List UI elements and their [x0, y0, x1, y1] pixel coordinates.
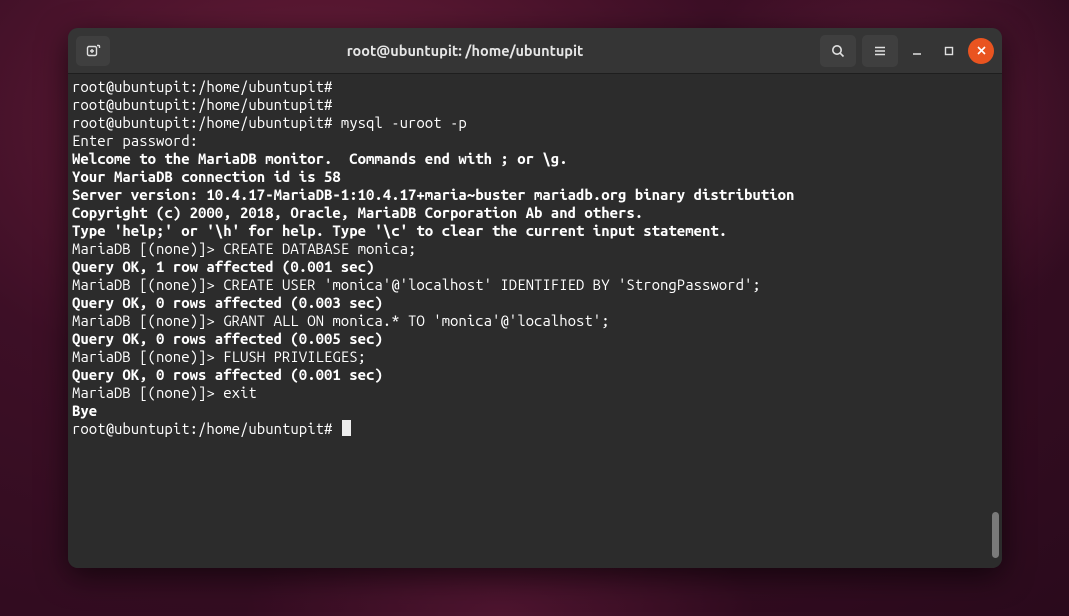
terminal-line: Welcome to the MariaDB monitor. Commands…: [72, 150, 1002, 168]
terminal-text: root@ubuntupit:/home/ubuntupit#root@ubun…: [72, 78, 1002, 438]
terminal-line: Type 'help;' or '\h' for help. Type '\c'…: [72, 222, 1002, 240]
scrollbar-thumb[interactable]: [992, 512, 999, 558]
terminal-line: Query OK, 0 rows affected (0.003 sec): [72, 294, 1002, 312]
search-icon: [830, 43, 846, 59]
close-icon: [976, 45, 987, 56]
terminal-line: Bye: [72, 402, 1002, 420]
terminal-line: MariaDB [(none)]> FLUSH PRIVILEGES;: [72, 348, 1002, 366]
menu-button[interactable]: [862, 35, 898, 67]
terminal-line: Enter password:: [72, 132, 1002, 150]
titlebar: root@ubuntupit: /home/ubuntupit: [68, 28, 1002, 74]
terminal-line: MariaDB [(none)]> GRANT ALL ON monica.* …: [72, 312, 1002, 330]
terminal-line: Query OK, 1 row affected (0.001 sec): [72, 258, 1002, 276]
search-button[interactable]: [820, 35, 856, 67]
minimize-button[interactable]: [904, 38, 930, 64]
text-cursor: [342, 420, 351, 436]
terminal-line: MariaDB [(none)]> exit: [72, 384, 1002, 402]
close-button[interactable]: [968, 38, 994, 64]
terminal-line: root@ubuntupit:/home/ubuntupit#: [72, 78, 1002, 96]
terminal-line: Server version: 10.4.17-MariaDB-1:10.4.1…: [72, 186, 1002, 204]
terminal-area[interactable]: root@ubuntupit:/home/ubuntupit#root@ubun…: [68, 74, 1002, 568]
window-title: root@ubuntupit: /home/ubuntupit: [116, 42, 814, 59]
maximize-button[interactable]: [936, 38, 962, 64]
terminal-line: root@ubuntupit:/home/ubuntupit#: [72, 96, 1002, 114]
new-tab-button[interactable]: [76, 36, 110, 66]
terminal-line: root@ubuntupit:/home/ubuntupit# mysql -u…: [72, 114, 1002, 132]
terminal-line: Query OK, 0 rows affected (0.001 sec): [72, 366, 1002, 384]
terminal-line: Copyright (c) 2000, 2018, Oracle, MariaD…: [72, 204, 1002, 222]
terminal-line: MariaDB [(none)]> CREATE DATABASE monica…: [72, 240, 1002, 258]
new-tab-icon: [85, 43, 101, 59]
terminal-line: MariaDB [(none)]> CREATE USER 'monica'@'…: [72, 276, 1002, 294]
terminal-window: root@ubuntupit: /home/ubuntupit: [68, 28, 1002, 568]
minimize-icon: [911, 45, 923, 57]
maximize-icon: [943, 45, 955, 57]
terminal-line: Query OK, 0 rows affected (0.005 sec): [72, 330, 1002, 348]
hamburger-icon: [872, 43, 888, 59]
terminal-line: root@ubuntupit:/home/ubuntupit#: [72, 420, 1002, 438]
terminal-line: Your MariaDB connection id is 58: [72, 168, 1002, 186]
